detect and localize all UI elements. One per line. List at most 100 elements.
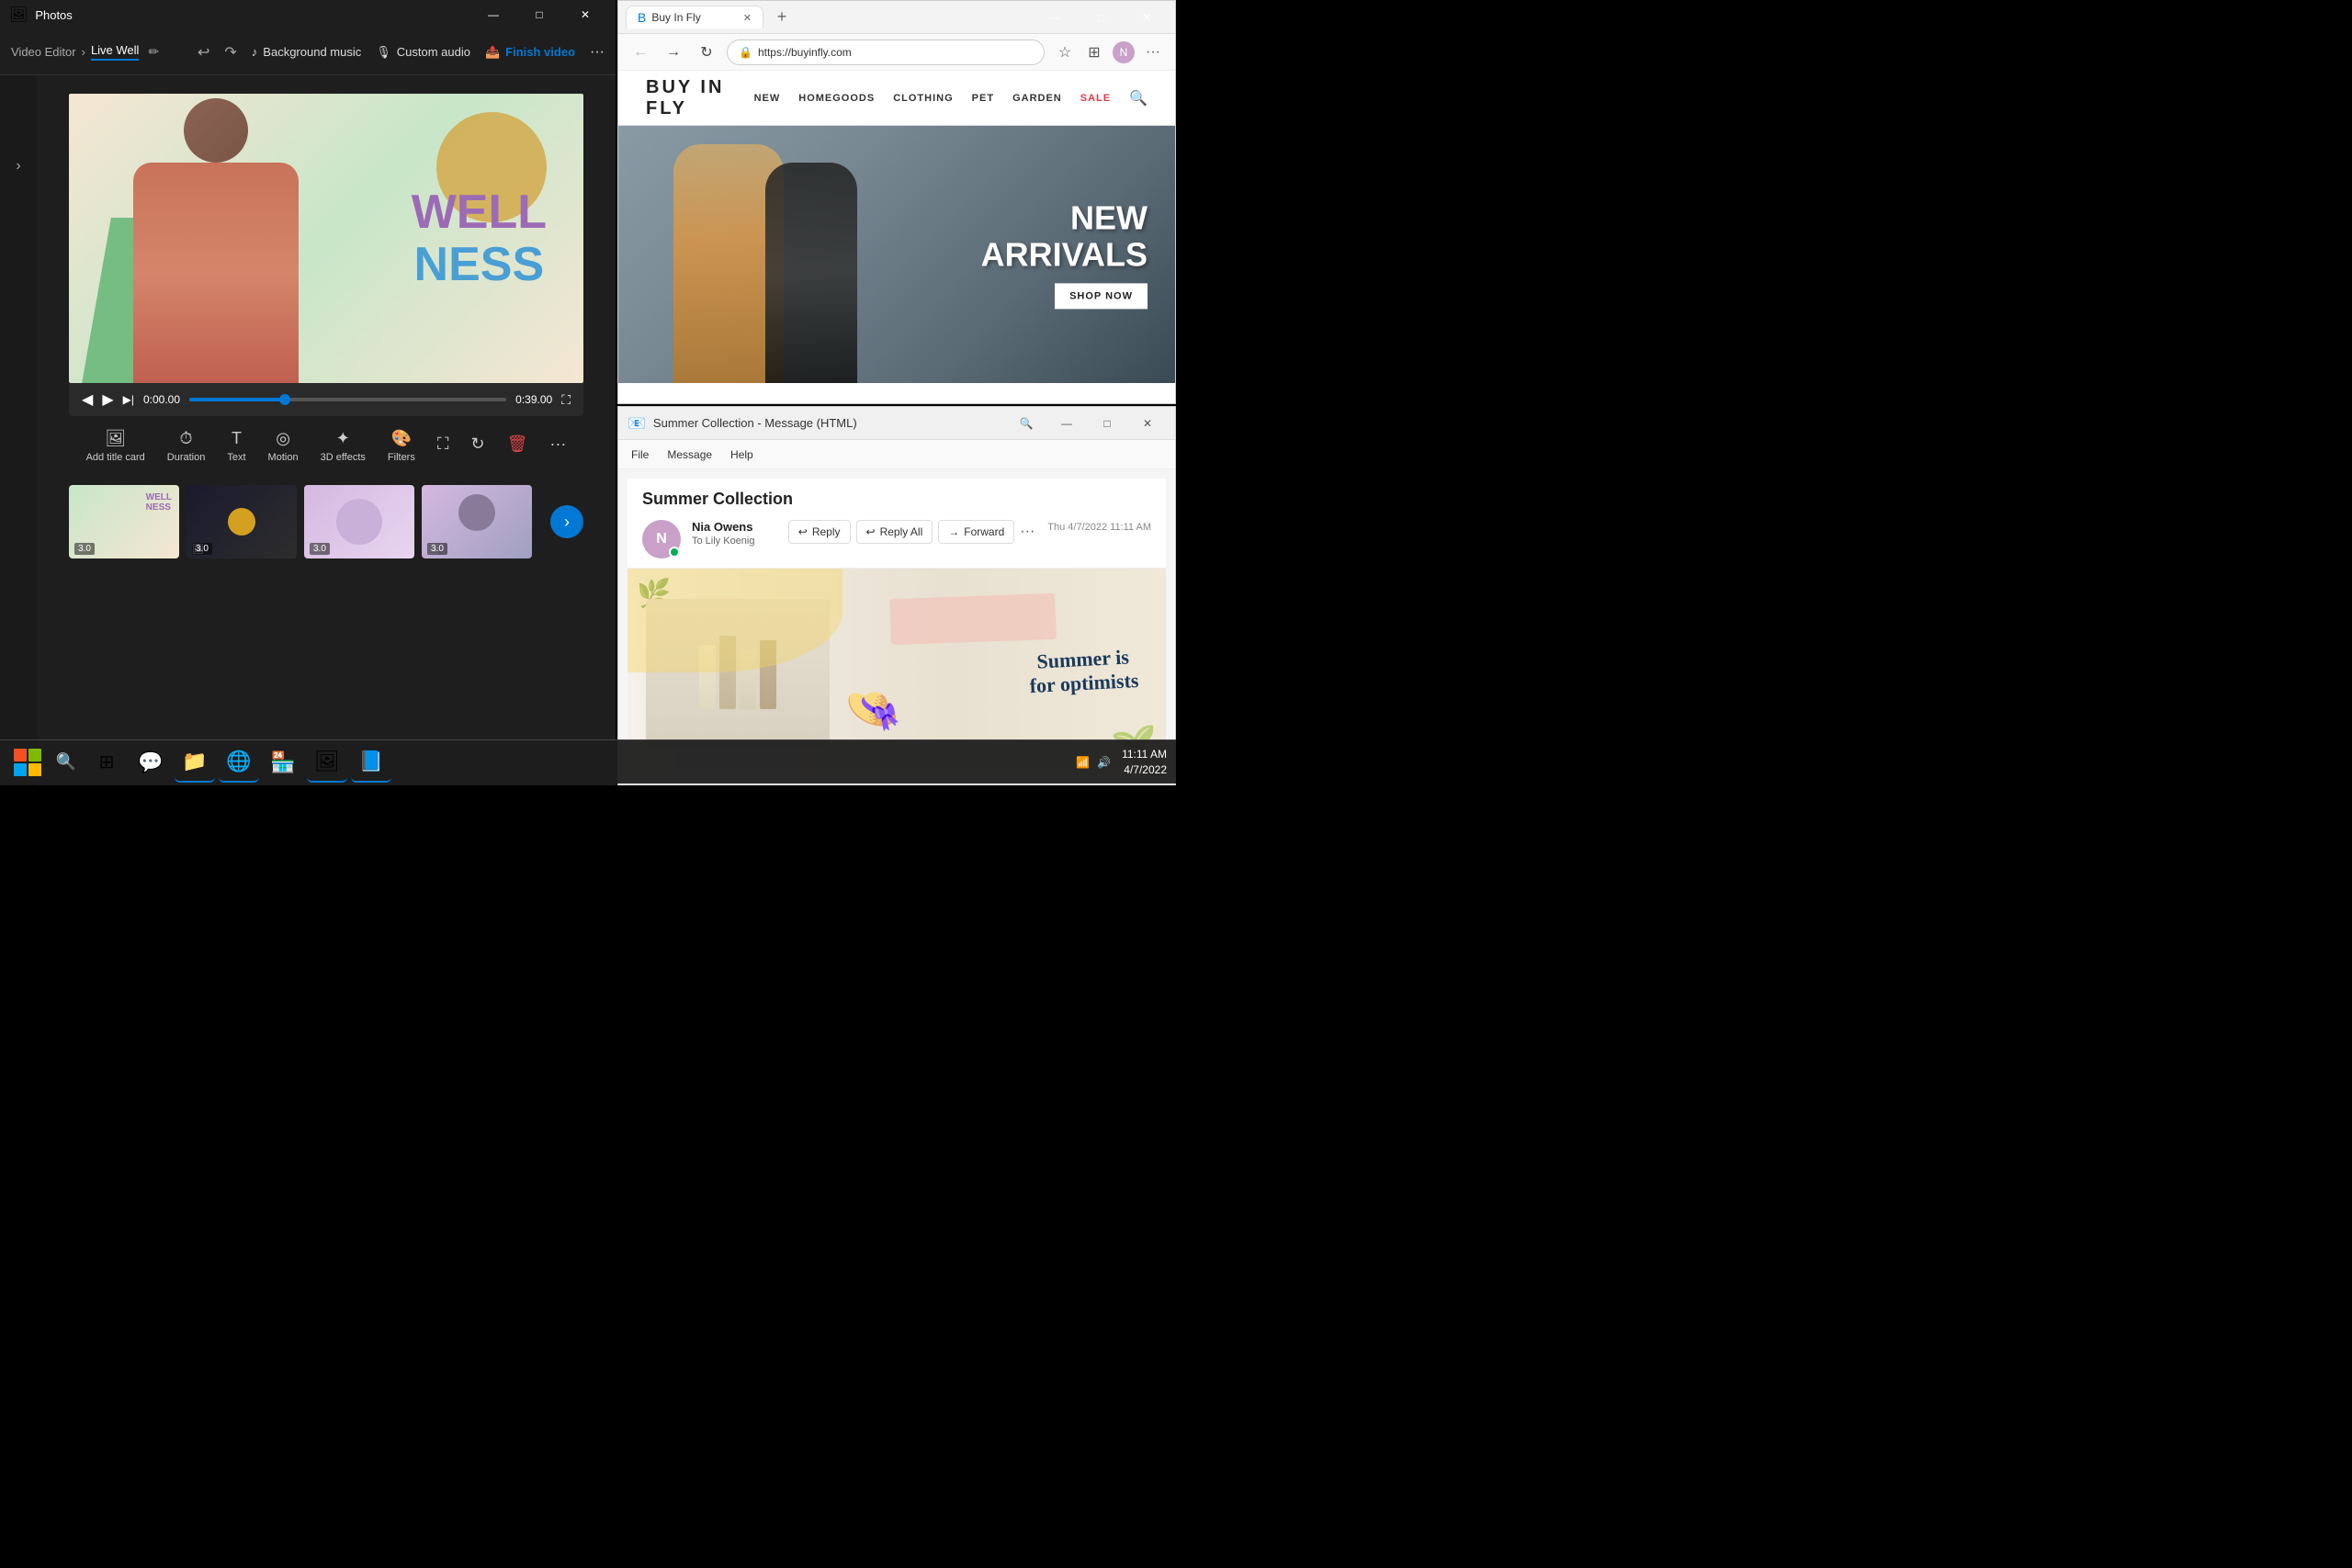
filmstrip-item-1[interactable]: 🖼 3.0 bbox=[187, 485, 297, 558]
nav-garden[interactable]: GARDEN bbox=[1012, 93, 1062, 104]
clock[interactable]: 11:11 AM 4/7/2022 bbox=[1122, 747, 1167, 778]
wellness-text: WELL NESS bbox=[412, 186, 547, 290]
url-text: https://buyinfly.com bbox=[758, 46, 852, 59]
address-bar[interactable]: 🔒 https://buyinfly.com bbox=[727, 39, 1045, 65]
nav-homegoods[interactable]: HOMEGOODS bbox=[798, 93, 875, 104]
fullscreen-button[interactable]: ⛶ bbox=[561, 392, 571, 408]
browser-minimize-button[interactable]: — bbox=[1034, 3, 1076, 32]
nav-clothing[interactable]: CLOTHING bbox=[893, 93, 953, 104]
taskbar-edge-button[interactable]: 🌐 bbox=[219, 742, 259, 783]
figure-right bbox=[765, 163, 857, 383]
site-nav: NEW HOMEGOODS CLOTHING PET GARDEN SALE 🔍 bbox=[754, 89, 1148, 107]
minimize-button[interactable]: — bbox=[472, 0, 514, 29]
taskbar-store-button[interactable]: 🏪 bbox=[263, 742, 303, 783]
custom-audio-button[interactable]: 🎙 Custom audio bbox=[376, 45, 470, 60]
favorites-button[interactable]: ☆ bbox=[1052, 39, 1078, 65]
taskbar-explorer-button[interactable]: 📁 bbox=[175, 742, 215, 783]
add-title-card-button[interactable]: 🖼 Add title card bbox=[86, 429, 145, 463]
forward-button[interactable]: → Forward bbox=[938, 520, 1014, 544]
next-frame-button[interactable]: ▶| bbox=[123, 393, 134, 406]
expand-sidebar-button[interactable]: › bbox=[16, 158, 20, 175]
network-icon: 📶 bbox=[1076, 756, 1090, 769]
browser-tab[interactable]: B Buy In Fly ✕ bbox=[626, 6, 763, 28]
delete-button[interactable]: 🗑 bbox=[507, 434, 528, 457]
taskbar-search-button[interactable]: 🔍 bbox=[50, 746, 83, 779]
email-titlebar-buttons: 🔍 — □ ✕ bbox=[1008, 411, 1166, 436]
hero-title: NEW ARRIVALS bbox=[981, 199, 1148, 272]
back-button[interactable]: ← bbox=[628, 39, 653, 65]
email-maximize-button[interactable]: □ bbox=[1089, 411, 1125, 436]
summer-text-side: Summer is for optimists bbox=[901, 648, 1148, 696]
filmstrip-item-2[interactable]: 🖼 3.0 bbox=[304, 485, 414, 558]
maximize-button[interactable]: □ bbox=[518, 0, 560, 29]
crop-button[interactable]: ⛶ bbox=[437, 434, 449, 457]
taskbar-teams-button[interactable]: 💬 bbox=[130, 742, 171, 783]
play-button[interactable]: ▶ bbox=[102, 390, 113, 409]
nav-sale[interactable]: SALE bbox=[1080, 93, 1111, 104]
finish-video-button[interactable]: 📤 Finish video bbox=[485, 45, 575, 60]
filters-button[interactable]: 🎨 Filters bbox=[388, 429, 415, 463]
collections-button[interactable]: ⊞ bbox=[1081, 39, 1107, 65]
reply-icon: ↩ bbox=[798, 525, 808, 538]
summer-is-text: Summer is for optimists bbox=[1028, 645, 1139, 699]
clock-date: 4/7/2022 bbox=[1122, 762, 1167, 778]
redo-button[interactable]: ↷ bbox=[224, 43, 236, 62]
settings-button[interactable]: ··· bbox=[1140, 39, 1166, 65]
email-close-button[interactable]: ✕ bbox=[1129, 411, 1166, 436]
more-options-button[interactable]: ··· bbox=[590, 44, 605, 61]
nav-new[interactable]: NEW bbox=[754, 93, 781, 104]
forward-button[interactable]: → bbox=[661, 39, 686, 65]
thumb-duration-2: 3.0 bbox=[310, 543, 330, 555]
undo-button[interactable]: ↩ bbox=[198, 43, 209, 62]
timeline[interactable] bbox=[189, 398, 506, 401]
music-icon: ♪ bbox=[252, 45, 258, 59]
site-logo: BUY IN FLY bbox=[646, 77, 754, 119]
breadcrumb-video-editor[interactable]: Video Editor bbox=[11, 45, 76, 59]
refresh-button[interactable]: ↻ bbox=[694, 39, 719, 65]
taskbar-outlook-button[interactable]: 📘 bbox=[351, 742, 391, 783]
motion-button[interactable]: ◎ Motion bbox=[268, 429, 299, 463]
sender-avatar: N bbox=[642, 520, 681, 558]
browser-maximize-button[interactable]: □ bbox=[1080, 3, 1122, 32]
browser-close-button[interactable]: ✕ bbox=[1125, 3, 1168, 32]
taskbar-widgets-button[interactable]: ⊞ bbox=[86, 742, 127, 783]
skip-back-button[interactable]: ◀ bbox=[82, 390, 93, 409]
duration-icon: ⏱ bbox=[180, 429, 193, 448]
filmstrip-item-0[interactable]: WELLNESS 🖼 3.0 bbox=[69, 485, 179, 558]
duration-button[interactable]: ⏱ Duration bbox=[167, 429, 206, 463]
thumb-wellness: WELLNESS bbox=[146, 492, 172, 513]
video-controls: ◀ ▶ ▶| 0:00.00 0:39.00 ⛶ bbox=[69, 383, 583, 416]
thumb-duration-0: 3.0 bbox=[74, 543, 95, 555]
tab-favicon: B bbox=[638, 10, 646, 25]
filmstrip-item-3[interactable]: 🖼 3.0 bbox=[422, 485, 532, 558]
browser-app: B Buy In Fly ✕ + — □ ✕ ← → ↻ 🔒 https://b… bbox=[617, 0, 1176, 404]
more-edit-button[interactable]: ··· bbox=[549, 434, 566, 457]
text-button[interactable]: T Text bbox=[227, 429, 245, 463]
start-button[interactable] bbox=[9, 744, 46, 781]
edit-name-button[interactable]: ✏ bbox=[148, 44, 159, 60]
menu-message[interactable]: Message bbox=[667, 448, 712, 461]
3d-effects-button[interactable]: ✦ 3D effects bbox=[321, 429, 366, 463]
menu-help[interactable]: Help bbox=[730, 448, 753, 461]
browser-actions: ☆ ⊞ N ··· bbox=[1052, 39, 1166, 65]
shop-now-button[interactable]: SHOP NOW bbox=[1055, 284, 1148, 310]
email-minimize-button[interactable]: — bbox=[1048, 411, 1085, 436]
site-search-button[interactable]: 🔍 bbox=[1129, 89, 1148, 107]
email-search-button[interactable]: 🔍 bbox=[1008, 411, 1045, 436]
email-more-button[interactable]: ··· bbox=[1020, 524, 1035, 540]
breadcrumb-live-well[interactable]: Live Well bbox=[91, 43, 140, 61]
taskbar-photos-button[interactable]: 🖼 bbox=[307, 742, 347, 783]
browser-titlebar: B Buy In Fly ✕ + — □ ✕ bbox=[618, 1, 1175, 34]
filmstrip-next-button[interactable]: › bbox=[550, 505, 583, 538]
background-music-button[interactable]: ♪ Background music bbox=[252, 45, 361, 59]
nav-pet[interactable]: PET bbox=[972, 93, 994, 104]
profile-button[interactable]: N bbox=[1111, 39, 1136, 65]
reply-all-button[interactable]: ↩ Reply All bbox=[856, 520, 933, 544]
menu-file[interactable]: File bbox=[631, 448, 649, 461]
thumb-face bbox=[458, 494, 495, 531]
reply-button[interactable]: ↩ Reply bbox=[788, 520, 851, 544]
new-tab-button[interactable]: + bbox=[771, 6, 793, 28]
rotate-button[interactable]: ↻ bbox=[470, 434, 484, 457]
tab-close-button[interactable]: ✕ bbox=[743, 12, 752, 24]
close-button[interactable]: ✕ bbox=[564, 0, 606, 29]
